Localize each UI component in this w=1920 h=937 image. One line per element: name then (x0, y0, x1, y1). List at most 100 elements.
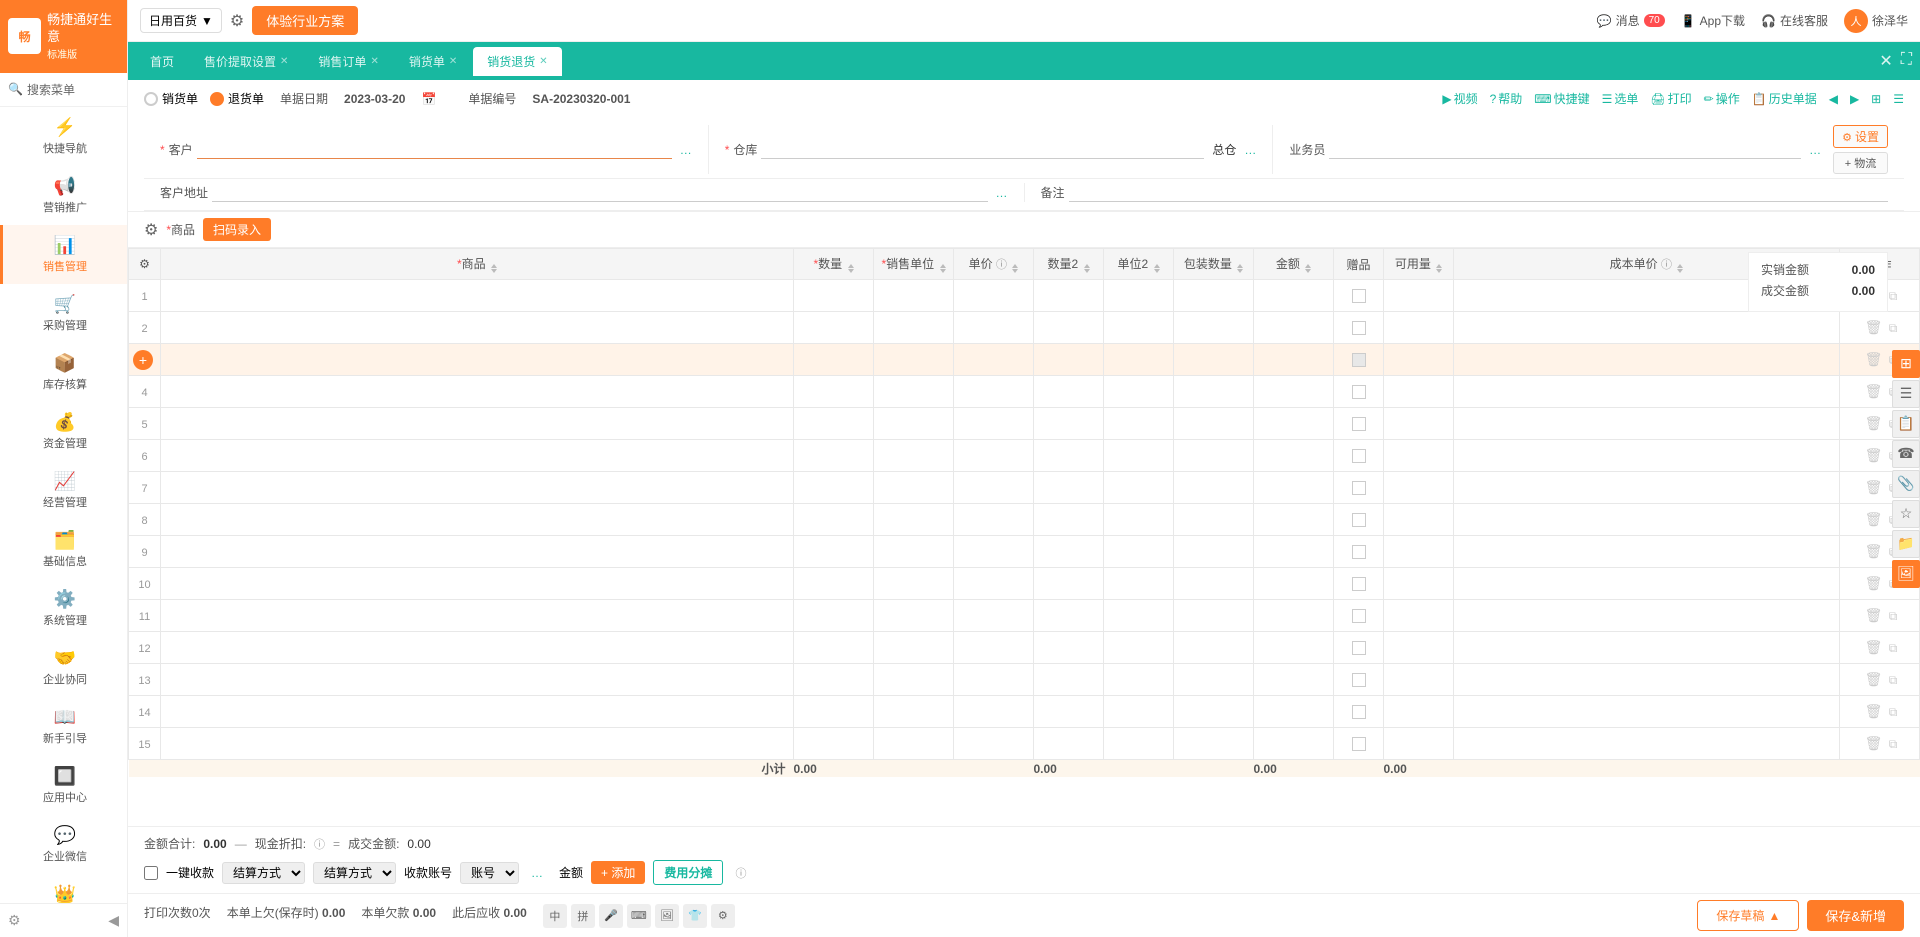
float-btn-doc[interactable]: 📋 (1892, 410, 1920, 438)
amount-cell[interactable] (1254, 312, 1334, 344)
scan-input-button[interactable]: 扫码录入 (203, 218, 271, 241)
amount-cell[interactable] (1254, 600, 1334, 632)
amount-cell[interactable] (1254, 504, 1334, 536)
available-cell[interactable] (1384, 312, 1454, 344)
float-btn-folder[interactable]: 📁 (1892, 530, 1920, 558)
available-cell[interactable] (1384, 536, 1454, 568)
customer-input[interactable] (197, 140, 672, 159)
available-cell[interactable] (1384, 600, 1454, 632)
split-button[interactable]: 费用分摊 (653, 860, 723, 885)
gift-checkbox[interactable] (1352, 641, 1366, 655)
qty2-cell[interactable] (1034, 440, 1104, 472)
delete-row-icon[interactable]: 🗑 (1865, 319, 1883, 335)
available-sort-icon[interactable] (1436, 264, 1442, 273)
search-menu[interactable]: 🔍 搜索菜单 (0, 73, 127, 107)
calc-method-select[interactable]: 结算方式 (313, 862, 396, 884)
warehouse-dots-btn[interactable]: … (1244, 143, 1256, 157)
product-cell[interactable] (161, 312, 794, 344)
action-print[interactable]: 🖨 打印 (1650, 90, 1691, 107)
pack-qty-cell[interactable] (1174, 440, 1254, 472)
footer-icon-5[interactable]: 🖼 (655, 904, 679, 928)
product-cell[interactable] (161, 504, 794, 536)
action-history[interactable]: 📋 历史单据 (1752, 90, 1817, 107)
sales-unit-cell[interactable] (874, 728, 954, 760)
unit2-cell[interactable] (1104, 600, 1174, 632)
quantity-cell[interactable] (794, 440, 874, 472)
gift-checkbox[interactable] (1352, 673, 1366, 687)
footer-icon-3[interactable]: 🎤 (599, 904, 623, 928)
unit-price-cell[interactable] (954, 504, 1034, 536)
quantity-sort-icon[interactable] (848, 264, 854, 273)
product-sort-icon[interactable] (491, 264, 497, 273)
gift-checkbox[interactable] (1352, 513, 1366, 527)
gift-checkbox[interactable] (1352, 289, 1366, 303)
cost-price-cell[interactable] (1454, 312, 1840, 344)
amount-cell[interactable] (1254, 344, 1334, 376)
settings-gear-icon[interactable]: ⚙ (230, 11, 244, 31)
radio-return[interactable]: 退货单 (210, 90, 264, 107)
settlement-method-select[interactable]: 结算方式 (222, 862, 305, 884)
sidebar-item-apps[interactable]: 🔲 应用中心 (0, 756, 127, 815)
cost-price-cell[interactable] (1454, 376, 1840, 408)
cost-price-cell[interactable] (1454, 728, 1840, 760)
cost-price-cell[interactable] (1454, 600, 1840, 632)
footer-icon-1[interactable]: 中 (543, 904, 567, 928)
sales-unit-sort-icon[interactable] (940, 264, 946, 273)
copy-row-icon[interactable]: ⧉ (1889, 737, 1898, 751)
staff-dots-btn[interactable]: … (1809, 143, 1821, 157)
qty2-cell[interactable] (1034, 344, 1104, 376)
footer-icon-6[interactable]: 👕 (683, 904, 707, 928)
amount-cell[interactable] (1254, 728, 1334, 760)
unit2-cell[interactable] (1104, 376, 1174, 408)
product-cell-active[interactable] (161, 344, 794, 376)
online-service-item[interactable]: 🎧 在线客服 (1761, 12, 1828, 29)
sidebar-item-sales[interactable]: 📊 销售管理 (0, 225, 127, 284)
sidebar-item-system[interactable]: ⚙️ 系统管理 (0, 579, 127, 638)
quantity-cell[interactable] (794, 472, 874, 504)
logistics-side-btn[interactable]: + 物流 (1833, 152, 1888, 174)
sidebar-item-wechat[interactable]: 💬 企业微信 (0, 815, 127, 874)
cash-discount-info-icon[interactable]: ⓘ (314, 836, 325, 852)
unit2-cell[interactable] (1104, 728, 1174, 760)
product-cell[interactable] (161, 696, 794, 728)
unit2-cell[interactable] (1104, 696, 1174, 728)
pack-qty-cell[interactable] (1174, 728, 1254, 760)
cost-sort-icon[interactable] (1677, 264, 1683, 273)
gift-cell[interactable] (1334, 344, 1384, 376)
amount-cell[interactable] (1254, 568, 1334, 600)
footer-icon-2[interactable]: 拼 (571, 904, 595, 928)
sales-unit-cell[interactable] (874, 600, 954, 632)
address-input[interactable] (212, 183, 987, 202)
action-video[interactable]: ▶ 视频 (1442, 90, 1477, 107)
sales-unit-cell[interactable] (874, 376, 954, 408)
tab-sales-return[interactable]: 销货退货 ✕ (473, 47, 561, 76)
sales-unit-cell[interactable] (874, 664, 954, 696)
view-list-icon[interactable]: ☰ (1893, 92, 1904, 106)
pack-qty-cell[interactable] (1174, 600, 1254, 632)
unit-price-cell[interactable] (954, 728, 1034, 760)
available-cell[interactable] (1384, 728, 1454, 760)
pack-qty-cell[interactable] (1174, 504, 1254, 536)
sales-unit-cell[interactable] (874, 280, 954, 312)
action-operate[interactable]: ✏ 操作 (1704, 90, 1740, 107)
gift-cell[interactable] (1334, 536, 1384, 568)
staff-input[interactable] (1329, 140, 1801, 159)
column-settings-icon[interactable]: ⚙ (144, 220, 158, 240)
pack-qty-cell[interactable] (1174, 376, 1254, 408)
sidebar-item-shortcut[interactable]: ⚡ 快捷导航 (0, 107, 127, 166)
pack-qty-cell[interactable] (1174, 536, 1254, 568)
amount-cell[interactable] (1254, 632, 1334, 664)
unit-price-cell[interactable] (954, 440, 1034, 472)
user-profile[interactable]: 人 徐泽华 (1844, 9, 1908, 33)
action-select[interactable]: ☰ 选单 (1602, 90, 1639, 107)
unit-price-cell[interactable] (954, 600, 1034, 632)
save-draft-button[interactable]: 保存草稿 ▲ (1697, 900, 1799, 931)
available-cell[interactable] (1384, 472, 1454, 504)
qty2-cell[interactable] (1034, 472, 1104, 504)
product-input-active[interactable] (165, 353, 789, 367)
qty2-cell[interactable] (1034, 728, 1104, 760)
gift-cell[interactable] (1334, 312, 1384, 344)
one-key-payment-checkbox[interactable] (144, 866, 158, 880)
sidebar-settings-btn[interactable]: ⚙ (8, 912, 21, 929)
product-cell[interactable] (161, 664, 794, 696)
